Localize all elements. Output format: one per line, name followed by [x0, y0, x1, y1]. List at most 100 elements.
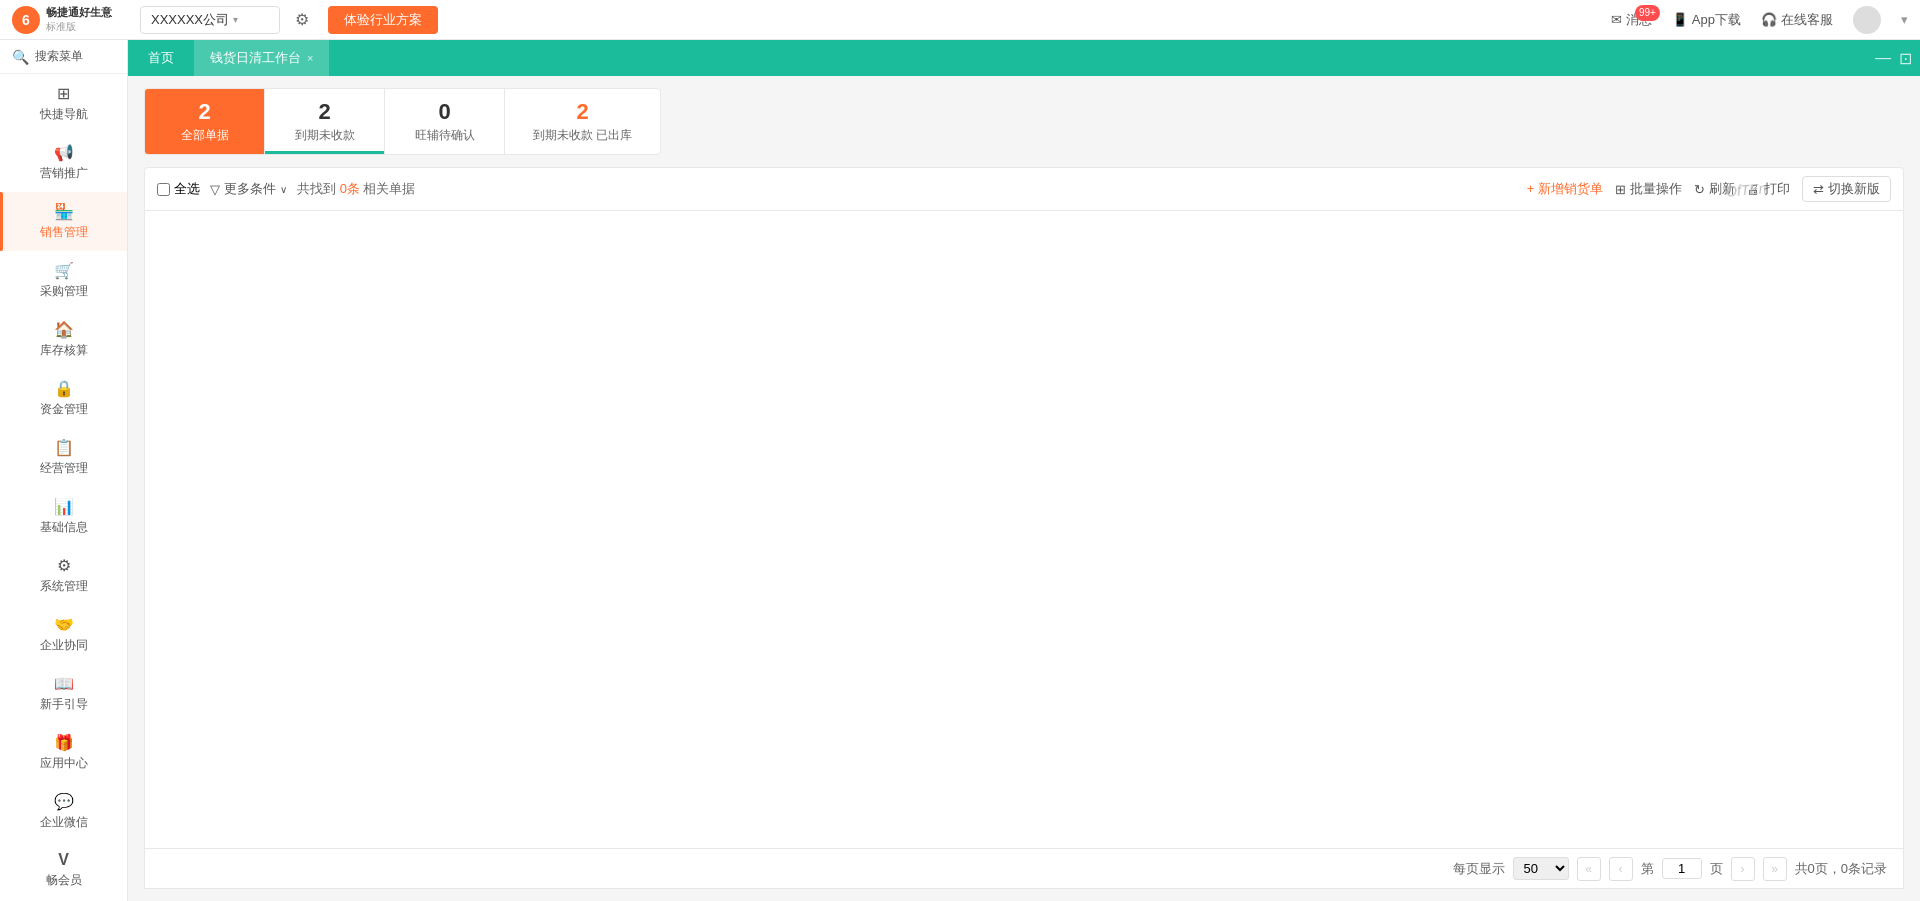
tab-page-label: 钱货日清工作台 [210, 49, 301, 67]
last-page-btn[interactable]: » [1763, 857, 1787, 881]
logo-area: 6 畅捷通好生意 标准版 [12, 5, 140, 34]
sidebar-item-app-center[interactable]: 🎁 应用中心 [0, 723, 127, 782]
stat-card-wangpu[interactable]: 0 旺辅待确认 [385, 89, 505, 154]
stat-label-all: 全部单据 [173, 127, 236, 144]
filter-btn[interactable]: ▽ 更多条件 ∨ [210, 180, 287, 198]
per-page-label: 每页显示 [1453, 860, 1505, 878]
online-service-label: 在线客服 [1781, 11, 1833, 29]
toolbar-left: 全选 ▽ 更多条件 ∨ 共找到 0条 相关单据 [157, 180, 1515, 198]
filter-arrow: ∨ [280, 184, 287, 195]
add-sale-btn[interactable]: + 新增销货单 [1527, 180, 1603, 198]
page-input[interactable] [1662, 858, 1702, 879]
tab-nav-right: — ⊡ [1875, 49, 1920, 68]
sidebar-item-label: 销售管理 [40, 224, 88, 241]
sidebar-item-label: 库存核算 [40, 342, 88, 359]
sidebar-item-label: 企业协同 [40, 637, 88, 654]
sidebar-item-label: 企业微信 [40, 814, 88, 831]
sidebar-item-member[interactable]: V 畅会员 [0, 841, 127, 899]
sidebar-item-marketing[interactable]: 📢 营销推广 [0, 133, 127, 192]
first-page-btn[interactable]: « [1577, 857, 1601, 881]
purchase-icon: 🛒 [54, 261, 74, 280]
prev-page-btn[interactable]: ‹ [1609, 857, 1633, 881]
company-selector[interactable]: XXXXXX公司 ▾ [140, 6, 280, 34]
user-avatar[interactable] [1853, 6, 1881, 34]
guide-icon: 📖 [54, 674, 74, 693]
enterprise-icon: 🤝 [54, 615, 74, 634]
sidebar-item-sales[interactable]: 🏪 销售管理 [0, 192, 127, 251]
print-icon: 🖨 [1747, 182, 1760, 197]
sidebar-item-label: 应用中心 [40, 755, 88, 772]
stats-row: 2 全部单据 2 到期未收款 0 旺辅待确认 2 到期未收款 已出库 [144, 88, 661, 155]
checkbox-input[interactable] [157, 183, 170, 196]
sidebar-item-system[interactable]: ⚙ 系统管理 [0, 546, 127, 605]
tab-minimize-btn[interactable]: — [1875, 49, 1891, 67]
sidebar-item-label: 采购管理 [40, 283, 88, 300]
wechat-icon: 💬 [54, 792, 74, 811]
tab-restore-btn[interactable]: ⊡ [1899, 49, 1912, 68]
page-suffix: 页 [1710, 860, 1723, 878]
message-icon: ✉ [1611, 12, 1622, 27]
select-all-checkbox[interactable]: 全选 [157, 180, 200, 198]
select-all-label: 全选 [174, 180, 200, 198]
operations-icon: 📋 [54, 438, 74, 457]
sidebar-item-label: 资金管理 [40, 401, 88, 418]
finance-icon: 🔒 [54, 379, 74, 398]
app-download-btn[interactable]: 📱 App下载 [1672, 11, 1741, 29]
sidebar-item-enterprise[interactable]: 🤝 企业协同 [0, 605, 127, 664]
filter-icon: ▽ [210, 182, 220, 197]
sidebar-search-label: 搜索菜单 [35, 48, 83, 65]
sidebar-item-label: 快捷导航 [40, 106, 88, 123]
batch-icon: ⊞ [1615, 182, 1626, 197]
quick-nav-icon: ⊞ [57, 84, 70, 103]
per-page-select[interactable]: 50 20 100 [1513, 857, 1569, 880]
message-btn[interactable]: ✉ 消息 99+ [1611, 11, 1652, 29]
stat-card-overdue[interactable]: 2 到期未收款 [265, 89, 385, 154]
tab-close-icon[interactable]: × [307, 52, 313, 64]
sales-icon: 🏪 [54, 202, 74, 221]
sidebar-item-purchase[interactable]: 🛒 采购管理 [0, 251, 127, 310]
search-icon: 🔍 [12, 49, 29, 65]
toolbar: 全选 ▽ 更多条件 ∨ 共找到 0条 相关单据 + 新增销货单 [144, 167, 1904, 211]
next-page-btn[interactable]: › [1731, 857, 1755, 881]
online-service-btn[interactable]: 🎧 在线客服 [1761, 11, 1833, 29]
stat-num-all: 2 [173, 99, 236, 125]
system-icon: ⚙ [57, 556, 71, 575]
sidebar-item-guide[interactable]: 📖 新手引导 [0, 664, 127, 723]
refresh-btn[interactable]: ↻ 刷新 [1694, 180, 1735, 198]
sidebar-item-label: 营销推广 [40, 165, 88, 182]
stat-num-wangpu: 0 [413, 99, 476, 125]
stat-num-shipped: 2 [533, 99, 632, 125]
switch-icon: ⇄ [1813, 182, 1824, 197]
sidebar-item-label: 经营管理 [40, 460, 88, 477]
batch-btn[interactable]: ⊞ 批量操作 [1615, 180, 1682, 198]
base-info-icon: 📊 [54, 497, 74, 516]
pagination: 每页显示 50 20 100 « ‹ 第 页 › » 共0页，0条记录 [144, 849, 1904, 889]
user-name: ▾ [1901, 12, 1908, 27]
stat-card-shipped[interactable]: 2 到期未收款 已出库 [505, 89, 660, 154]
switch-new-btn[interactable]: ⇄ 切换新版 [1802, 176, 1891, 202]
tab-page-workbench[interactable]: 钱货日清工作台 × [194, 40, 329, 76]
sidebar-item-finance[interactable]: 🔒 资金管理 [0, 369, 127, 428]
tab-home[interactable]: 首页 [128, 40, 194, 76]
sidebar-item-operations[interactable]: 📋 经营管理 [0, 428, 127, 487]
sidebar-item-search[interactable]: 🔍 搜索菜单 [0, 40, 127, 74]
result-num: 0条 [340, 181, 360, 196]
user-name-area[interactable]: ▾ [1901, 12, 1908, 27]
sidebar: 🔍 搜索菜单 ⊞ 快捷导航 📢 营销推广 🏪 销售管理 🛒 采购管理 🏠 库存核… [0, 40, 128, 901]
sidebar-item-base-info[interactable]: 📊 基础信息 [0, 487, 127, 546]
sidebar-item-quick-nav[interactable]: ⊞ 快捷导航 [0, 74, 127, 133]
sidebar-item-inventory[interactable]: 🏠 库存核算 [0, 310, 127, 369]
settings-icon[interactable]: ⚙ [288, 6, 316, 34]
top-bar: 6 畅捷通好生意 标准版 XXXXXX公司 ▾ ⚙ 体验行业方案 ✉ 消息 99… [0, 0, 1920, 40]
sidebar-item-label: 畅会员 [46, 872, 82, 889]
logo-text: 畅捷通好生意 标准版 [46, 5, 112, 34]
message-badge: 99+ [1635, 5, 1660, 21]
sidebar-item-wechat[interactable]: 💬 企业微信 [0, 782, 127, 841]
top-right-actions: ✉ 消息 99+ 📱 App下载 🎧 在线客服 ▾ [1611, 6, 1908, 34]
content-area: 首页 钱货日清工作台 × — ⊡ 2 全部单据 2 到期未收款 [128, 40, 1920, 901]
page-content: 2 全部单据 2 到期未收款 0 旺辅待确认 2 到期未收款 已出库 [128, 76, 1920, 901]
print-btn[interactable]: 🖨 打印 [1747, 180, 1790, 198]
try-btn[interactable]: 体验行业方案 [328, 6, 438, 34]
stat-card-all[interactable]: 2 全部单据 [145, 89, 265, 154]
stat-num-overdue: 2 [293, 99, 356, 125]
